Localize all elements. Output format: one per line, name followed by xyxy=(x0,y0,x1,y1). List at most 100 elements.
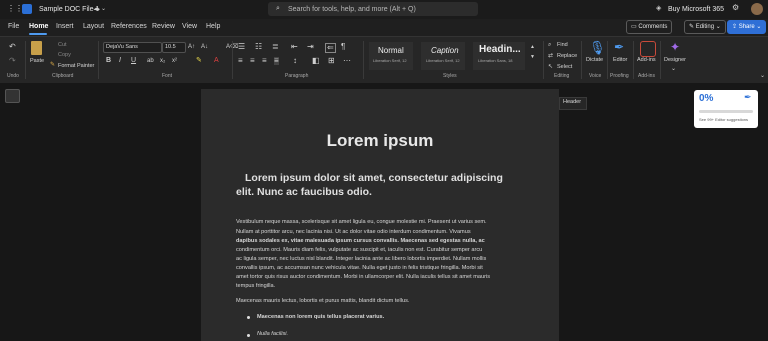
settings-icon[interactable]: ⚙ xyxy=(732,4,739,12)
share-icon: ⇪ xyxy=(732,24,739,30)
copy-button[interactable]: Copy xyxy=(58,52,71,58)
superscript-icon[interactable]: x² xyxy=(172,57,177,65)
style-normal-name: Normal xyxy=(378,46,404,55)
paste-icon[interactable] xyxy=(31,41,42,55)
ribbon: ↶ ↷ Undo Paste Cut Copy ✎ Format Painter… xyxy=(0,36,768,84)
multilevel-list-icon[interactable]: ≣ xyxy=(272,43,279,51)
editing-mode-button[interactable]: ✎ Editing ⌄ xyxy=(684,20,726,34)
font-group-label: Font xyxy=(162,73,173,79)
tab-home[interactable]: Home xyxy=(29,23,48,30)
paste-button[interactable]: Paste xyxy=(30,58,44,64)
borders-icon[interactable]: ⊞ xyxy=(328,57,335,65)
tab-references[interactable]: References xyxy=(111,23,147,30)
paragraph-line: convallis ipsum, ac accumsan nunc vehicu… xyxy=(236,265,483,271)
designer-icon[interactable]: ✦ xyxy=(670,41,680,53)
italic-icon[interactable]: I xyxy=(119,57,121,65)
text-direction-icon[interactable]: ⇐ xyxy=(325,43,336,53)
paragraph-2: Maecenas mauris lectus, lobortis et puru… xyxy=(236,298,410,304)
app-launcher-icon[interactable]: ⋮⋮ xyxy=(7,5,23,13)
paragraph-mark-icon[interactable]: ¶ xyxy=(341,43,345,51)
voice-group-label: Voice xyxy=(589,73,602,79)
font-color-icon[interactable]: A xyxy=(214,57,219,65)
list-item: Maecenas non lorem quis tellus placerat … xyxy=(257,314,385,320)
underline-icon[interactable]: U xyxy=(131,57,136,65)
format-painter-icon[interactable]: ✎ xyxy=(50,61,55,69)
select-button[interactable]: Select xyxy=(557,64,572,70)
decrease-indent-icon[interactable]: ⇤ xyxy=(291,43,298,51)
editor-suggestions-link[interactable]: See 99+ Editor suggestions xyxy=(699,117,748,122)
strikethrough-icon[interactable]: ab xyxy=(147,57,154,65)
find-button[interactable]: Find xyxy=(557,42,568,48)
highlight-icon[interactable]: ✎ xyxy=(196,57,202,65)
styles-scroll-up-icon[interactable]: ▲ xyxy=(530,43,535,51)
tab-insert[interactable]: Insert xyxy=(56,23,74,30)
find-icon: ⌕ xyxy=(548,42,552,48)
align-left-icon[interactable]: ≡ xyxy=(238,57,243,65)
chevron-down-icon: ⌄ xyxy=(754,24,762,30)
paragraph-group-label: Paragraph xyxy=(285,73,309,79)
share-button[interactable]: ⇪ Share ⌄ xyxy=(727,20,767,34)
styles-scroll-down-icon[interactable]: ▼ xyxy=(530,53,535,61)
more-paragraph-icon[interactable]: ⋯ xyxy=(343,57,351,65)
editor-button[interactable]: Editor xyxy=(613,57,627,63)
document-subtitle-line1: Lorem ipsum dolor sit amet, consectetur … xyxy=(245,172,503,184)
comments-button[interactable]: ▭ Comments xyxy=(626,20,673,34)
line-spacing-icon[interactable]: ↕ xyxy=(293,57,297,65)
tab-view[interactable]: View xyxy=(182,23,197,30)
bold-icon[interactable]: B xyxy=(106,57,111,65)
paragraph-line: tempus fringilla. xyxy=(236,283,276,289)
avatar[interactable] xyxy=(751,3,763,15)
chevron-down-icon[interactable]: ⌄ xyxy=(101,5,106,13)
shrink-font-icon[interactable]: A↓ xyxy=(201,43,208,51)
replace-button[interactable]: Replace xyxy=(557,53,577,59)
justify-icon[interactable]: ≡ xyxy=(274,57,279,65)
document-title[interactable]: Sample DOC File 1 xyxy=(39,6,99,13)
styles-group-label: Styles xyxy=(443,73,457,79)
divider xyxy=(98,41,99,79)
font-size-select[interactable]: 10.5 xyxy=(162,42,186,53)
autosave-icon[interactable]: ☁ xyxy=(93,5,100,13)
share-label: Share xyxy=(738,24,755,30)
divider xyxy=(543,41,544,79)
ribbon-collapse-icon[interactable]: ⌄ xyxy=(760,72,765,80)
designer-button[interactable]: Designer xyxy=(664,57,686,63)
divider xyxy=(363,41,364,79)
align-right-icon[interactable]: ≡ xyxy=(262,57,267,65)
add-ins-icon[interactable] xyxy=(640,41,656,57)
numbering-icon[interactable]: ☷ xyxy=(255,43,262,51)
document-title: Lorem ipsum xyxy=(326,131,434,150)
bullets-icon[interactable]: ☰ xyxy=(238,43,245,51)
divider xyxy=(232,41,233,79)
clipboard-group-label: Clipboard xyxy=(52,73,74,79)
paragraph-line: Vestibulum neque massa, scelerisque sit … xyxy=(236,219,487,225)
tab-review[interactable]: Review xyxy=(152,23,175,30)
editing-group-label: Editing xyxy=(554,73,570,79)
tab-file[interactable]: File xyxy=(8,23,19,30)
tab-layout[interactable]: Layout xyxy=(83,23,104,30)
align-center-icon[interactable]: ≡ xyxy=(250,57,255,65)
add-ins-button[interactable]: Add-ins xyxy=(637,57,656,63)
increase-indent-icon[interactable]: ⇥ xyxy=(307,43,314,51)
navigation-pane-icon[interactable] xyxy=(5,89,20,103)
chevron-down-icon[interactable]: ⌄ xyxy=(671,65,676,73)
shading-icon[interactable]: ◧ xyxy=(312,57,320,65)
paragraph-line: amet tortor quis risus auctor condimentu… xyxy=(236,274,490,280)
tab-help[interactable]: Help xyxy=(206,23,220,30)
active-tab-indicator xyxy=(29,33,47,35)
redo-icon[interactable]: ↷ xyxy=(9,57,16,65)
grow-font-icon[interactable]: A↑ xyxy=(188,43,195,51)
font-name-select[interactable]: DejaVu Sans xyxy=(103,42,162,53)
subscript-icon[interactable]: x₂ xyxy=(160,57,165,65)
document-subtitle-line2: elit. Nunc ac faucibus odio. xyxy=(236,186,372,198)
divider xyxy=(633,41,634,79)
proofing-group-label: Proofing xyxy=(610,73,629,79)
editor-pen-icon[interactable]: ✒ xyxy=(614,41,624,53)
buy-microsoft-365-link[interactable]: Buy Microsoft 365 xyxy=(668,6,724,13)
comments-label: Comments xyxy=(638,24,668,30)
cut-button[interactable]: Cut xyxy=(58,42,67,48)
microphone-icon[interactable]: 🎙 xyxy=(589,41,606,54)
search-input[interactable]: Search for tools, help, and more (Alt + … xyxy=(288,6,416,13)
format-painter-button[interactable]: Format Painter xyxy=(58,63,94,69)
undo-icon[interactable]: ↶ xyxy=(9,43,16,51)
dictate-button[interactable]: Dictate xyxy=(586,57,603,63)
